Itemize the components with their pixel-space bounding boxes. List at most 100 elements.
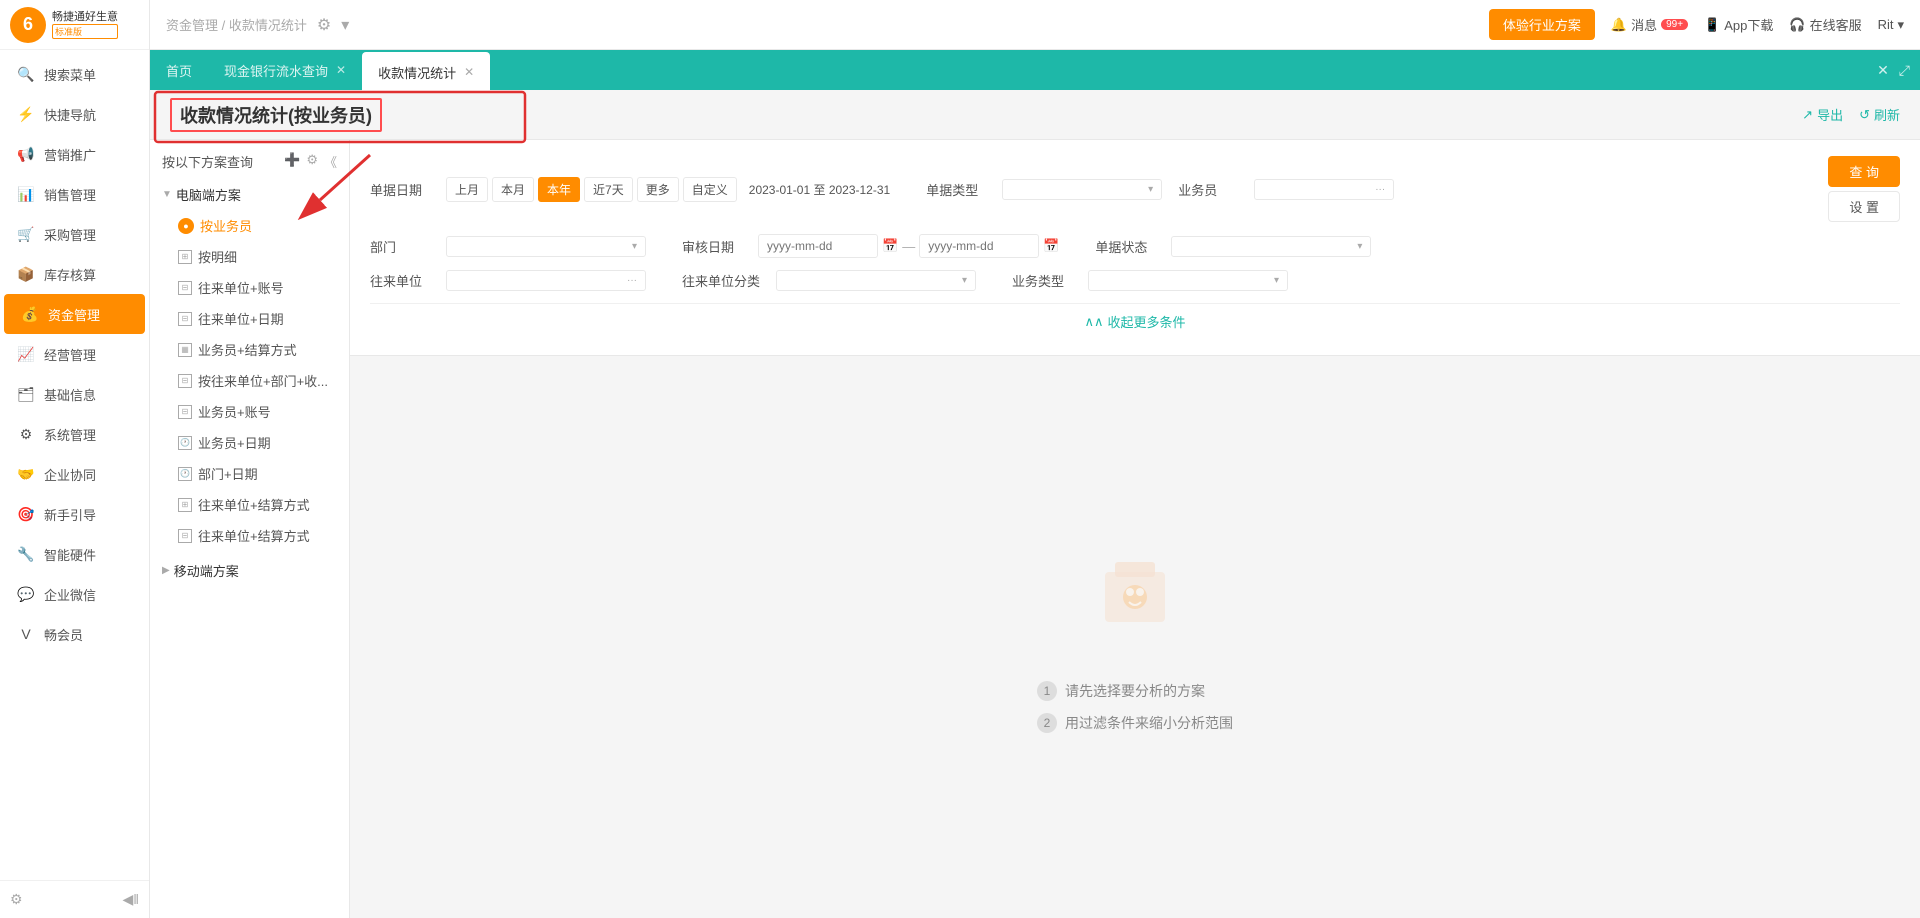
tab-cashflow[interactable]: 现金银行流水查询 ✕ [208,50,362,90]
audit-date-end[interactable] [919,234,1039,258]
doc-status-select[interactable]: ▾ [1171,236,1371,257]
enterprise-icon: 🤝 [16,464,36,484]
sidebar-item-label: 库存核算 [44,265,96,284]
sidebar-item-finance[interactable]: 💰 资金管理 [4,294,145,334]
scheme-item-label: 部门+日期 [198,464,258,483]
query-btn[interactable]: 查 询 [1828,156,1900,187]
sidebar-nav: 🔍 搜索菜单 ⚡ 快捷导航 📢 营销推广 📊 销售管理 🛒 采购管理 📦 库存核… [0,50,149,880]
setting-btn[interactable]: 设 置 [1828,191,1900,222]
date-btn-last-month[interactable]: 上月 [446,177,488,202]
maximize-window-btn[interactable]: ⤢ [1899,62,1910,79]
inventory-icon: 📦 [16,264,36,284]
export-btn[interactable]: ↗ 导出 [1802,105,1843,124]
scheme-item-unit-settle1[interactable]: ⊞ 往来单位+结算方式 [150,489,349,520]
scheme-item-detail[interactable]: ⊞ 按明细 [150,241,349,272]
salesperson-select[interactable]: ··· [1254,179,1394,200]
salesperson-label: 业务员 [1178,180,1238,199]
topbar-gear-icon[interactable]: ⚙ [317,15,331,35]
sidebar-item-quicknav[interactable]: ⚡ 快捷导航 [0,94,149,134]
sidebar-item-wechat[interactable]: 💬 企业微信 [0,574,149,614]
scheme-item-unit-date[interactable]: ⊟ 往来单位+日期 [150,303,349,334]
purchase-icon: 🛒 [16,224,36,244]
unit-settle2-icon: ⊟ [178,529,192,543]
messages-btn[interactable]: 🔔 消息 99+ [1611,15,1688,34]
sidebar-item-hardware[interactable]: 🔧 智能硬件 [0,534,149,574]
export-icon: ↗ [1802,107,1813,123]
scheme-item-unit-dept[interactable]: ⊟ 按往来单位+部门+收... [150,365,349,396]
manage-scheme-icon[interactable]: ⚙ [306,152,318,171]
scheme-item-unit-account[interactable]: ⊟ 往来单位+账号 [150,272,349,303]
scheme-item-dept-date[interactable]: 🕐 部门+日期 [150,458,349,489]
operations-icon: 📈 [16,344,36,364]
mobile-group-label: 移动端方案 [174,561,239,580]
download-icon: 📱 [1704,17,1720,33]
partner-select[interactable]: ··· [446,270,646,291]
close-window-btn[interactable]: ✕ [1877,62,1889,79]
sidebar-item-search[interactable]: 🔍 搜索菜单 [0,54,149,94]
calendar-icon-1[interactable]: 📅 [882,238,898,254]
date-btn-custom[interactable]: 自定义 [683,177,737,202]
calendar-icon-2[interactable]: 📅 [1043,238,1059,254]
sidebar-item-system[interactable]: ⚙ 系统管理 [0,414,149,454]
audit-date-label: 审核日期 [682,237,742,256]
biz-type-select[interactable]: ▾ [1088,270,1288,291]
tip-text-1: 请先选择要分析的方案 [1065,681,1205,701]
pc-group-title[interactable]: ▼ 电脑端方案 [150,179,349,210]
sidebar-item-enterprise[interactable]: 🤝 企业协同 [0,454,149,494]
salesperson-icon: ● [178,218,194,234]
sidebar-item-label: 资金管理 [48,305,100,324]
scheme-item-salesperson-settle[interactable]: ▦ 业务员+结算方式 [150,334,349,365]
scheme-item-unit-settle2[interactable]: ⊟ 往来单位+结算方式 [150,520,349,551]
mobile-group-title[interactable]: ▶ 移动端方案 [150,555,349,586]
filter-row-2: 部门 ▾ 审核日期 📅 — 📅 单据状态 [370,234,1900,258]
online-service-label: 在线客服 [1810,15,1862,34]
tab-cashflow-close[interactable]: ✕ [336,63,346,77]
collapse-panel-icon[interactable]: 《 [324,152,337,171]
tab-collection-close[interactable]: ✕ [464,65,474,79]
scheme-item-label: 按明细 [198,247,237,266]
user-avatar[interactable]: Rit ▾ [1878,17,1904,33]
partner-category-select[interactable]: ▾ [776,270,976,291]
date-btn-last-7[interactable]: 近7天 [584,177,633,202]
collapse-sidebar-btn[interactable]: ◀‖ [122,891,139,908]
topbar-dropdown-icon[interactable]: ▾ [341,15,349,35]
doc-type-select[interactable]: ▾ [1002,179,1162,200]
settings-bottom-btn[interactable]: ⚙ [10,891,23,908]
sidebar-item-inventory[interactable]: 📦 库存核算 [0,254,149,294]
audit-date-start[interactable] [758,234,878,258]
sidebar-item-guide[interactable]: 🎯 新手引导 [0,494,149,534]
scheme-item-label: 往来单位+结算方式 [198,526,310,545]
sidebar-item-marketing[interactable]: 📢 营销推广 [0,134,149,174]
trial-btn[interactable]: 体验行业方案 [1489,9,1595,40]
sidebar-item-purchase[interactable]: 🛒 采购管理 [0,214,149,254]
scheme-item-salesperson[interactable]: ● 按业务员 [150,210,349,241]
sidebar-item-basic[interactable]: 🗂 基础信息 [0,374,149,414]
date-btn-this-year[interactable]: 本年 [538,177,580,202]
sidebar-item-member[interactable]: V 畅会员 [0,614,149,654]
date-btn-this-month[interactable]: 本月 [492,177,534,202]
online-service-btn[interactable]: 🎧 在线客服 [1789,15,1861,34]
collapse-filter-btn[interactable]: ∧∧ 收起更多条件 [370,303,1900,339]
refresh-label: 刷新 [1874,105,1900,124]
tab-home[interactable]: 首页 [150,50,208,90]
user-name: Rit [1878,17,1894,32]
tabbar: 首页 现金银行流水查询 ✕ 收款情况统计 ✕ ✕ ⤢ [150,50,1920,90]
service-icon: 🎧 [1789,17,1805,33]
app-download-btn[interactable]: 📱 App下载 [1704,15,1773,34]
mobile-scheme-group: ▶ 移动端方案 [150,555,349,586]
audit-date-group: 📅 — 📅 [758,234,1059,258]
scheme-item-salesperson-date[interactable]: 🕐 业务员+日期 [150,427,349,458]
add-scheme-icon[interactable]: ➕ [284,152,300,171]
refresh-btn[interactable]: ↺ 刷新 [1859,105,1900,124]
scheme-item-salesperson-account[interactable]: ⊟ 业务员+账号 [150,396,349,427]
tab-collection[interactable]: 收款情况统计 ✕ [362,52,490,92]
sidebar-item-sales[interactable]: 📊 销售管理 [0,174,149,214]
dept-select[interactable]: ▾ [446,236,646,257]
export-label: 导出 [1817,105,1843,124]
system-icon: ⚙ [16,424,36,444]
sidebar-item-operations[interactable]: 📈 经营管理 [0,334,149,374]
empty-tips: 1 请先选择要分析的方案 2 用过滤条件来缩小分析范围 [1037,681,1233,733]
hardware-icon: 🔧 [16,544,36,564]
content-area: 按以下方案查询 ➕ ⚙ 《 ▼ 电脑端方案 ● 按业务员 ⊞ [150,140,1920,918]
date-btn-more[interactable]: 更多 [637,177,679,202]
